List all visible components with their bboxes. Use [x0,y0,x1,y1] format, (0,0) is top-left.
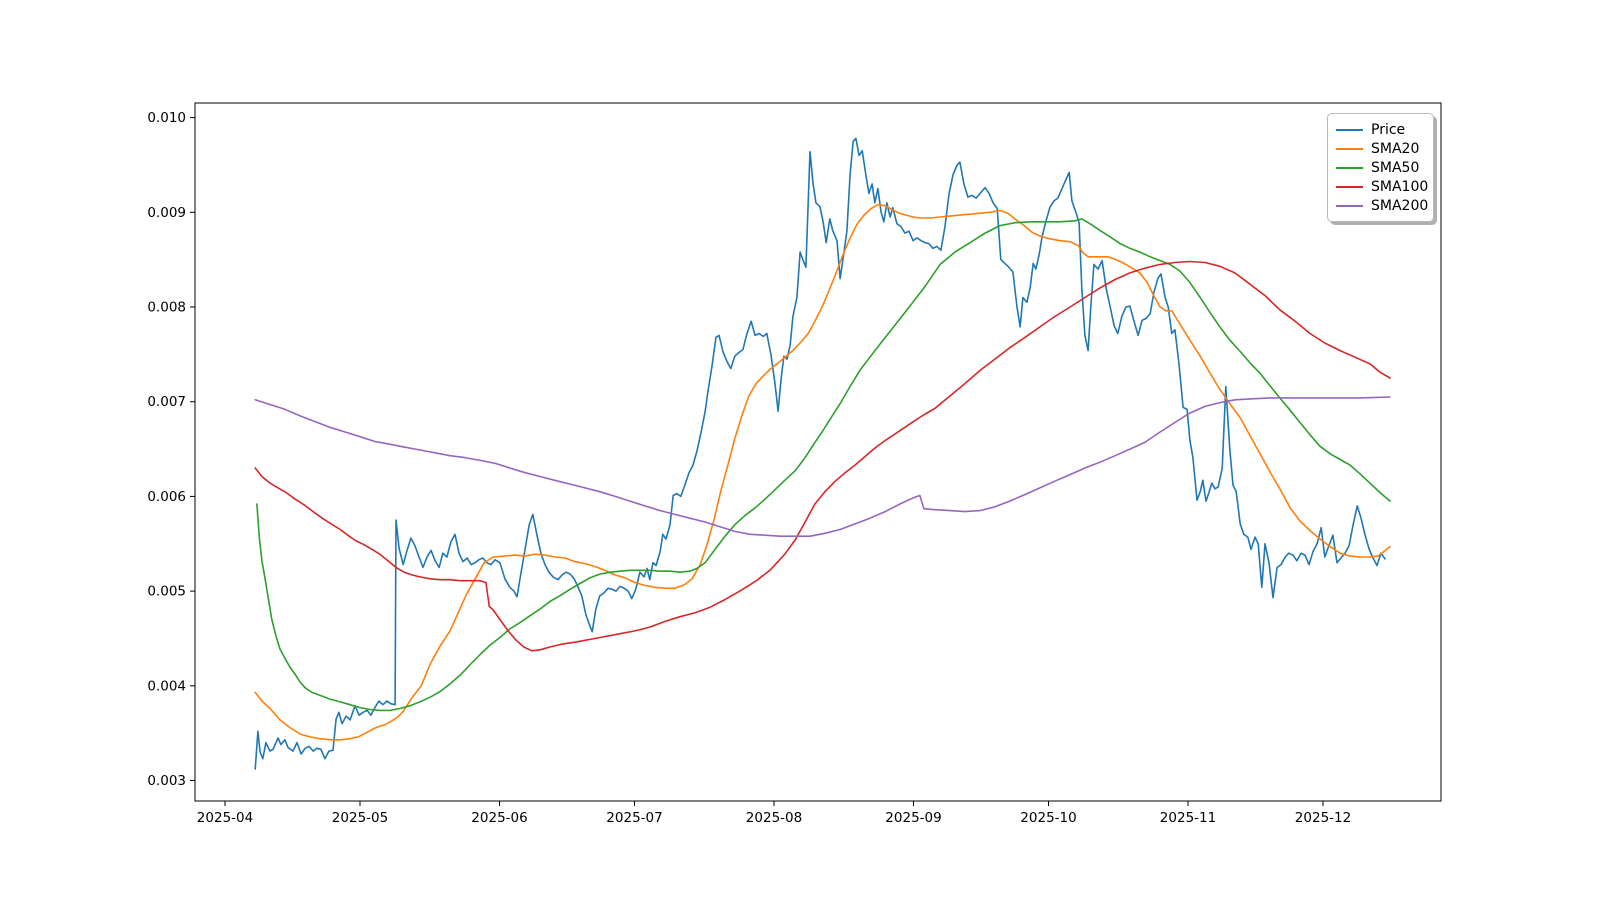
legend: Price SMA20 SMA50 SMA100 SMA200 [1327,113,1434,222]
y-tick-label: 0.006 [147,489,186,505]
x-tick-label: 2025-04 [197,810,253,826]
legend-item-sma200: SMA200 [1336,196,1429,215]
sma200-line [254,396,1391,538]
x-tick-label: 2025-07 [606,810,662,826]
x-tick-label: 2025-12 [1295,810,1351,826]
y-tick-label: 0.007 [147,394,186,410]
sma50-line [256,218,1391,712]
legend-label: SMA50 [1371,159,1420,176]
legend-label: SMA200 [1371,197,1429,214]
y-tick-label: 0.003 [147,773,186,789]
legend-item-price: Price [1336,120,1427,139]
y-tick-label: 0.009 [147,205,186,221]
x-tick-label: 2025-10 [1020,810,1076,826]
plot-area-frame [194,102,1442,802]
sma50-line-swatch [1336,166,1363,169]
legend-item-sma20: SMA20 [1336,139,1427,158]
y-tick-label: 0.004 [147,678,186,694]
y-tick-label: 0.005 [147,584,186,600]
sma100-line [254,260,1391,652]
x-tick-label: 2025-05 [332,810,388,826]
legend-item-sma100: SMA100 [1336,177,1429,196]
x-tick-label: 2025-11 [1160,810,1216,826]
sma200-line-swatch [1336,204,1363,207]
x-tick-label: 2025-06 [471,810,527,826]
x-tick-label: 2025-09 [885,810,941,826]
legend-item-sma50: SMA50 [1336,158,1427,177]
sma20-line [254,203,1391,741]
x-tick-label: 2025-08 [746,810,802,826]
sma100-line-swatch [1336,185,1363,188]
y-tick-label: 0.010 [147,110,186,126]
y-tick-label: 0.008 [147,300,186,316]
chart-figure: 2025-04 2025-05 2025-06 2025-07 2025-08 2025-… [0,0,1600,900]
legend-label: SMA100 [1371,178,1429,195]
sma20-line-swatch [1336,147,1363,150]
legend-label: SMA20 [1371,140,1420,157]
price-line [254,137,1386,770]
price-line-swatch [1336,128,1363,131]
legend-label: Price [1371,121,1406,138]
